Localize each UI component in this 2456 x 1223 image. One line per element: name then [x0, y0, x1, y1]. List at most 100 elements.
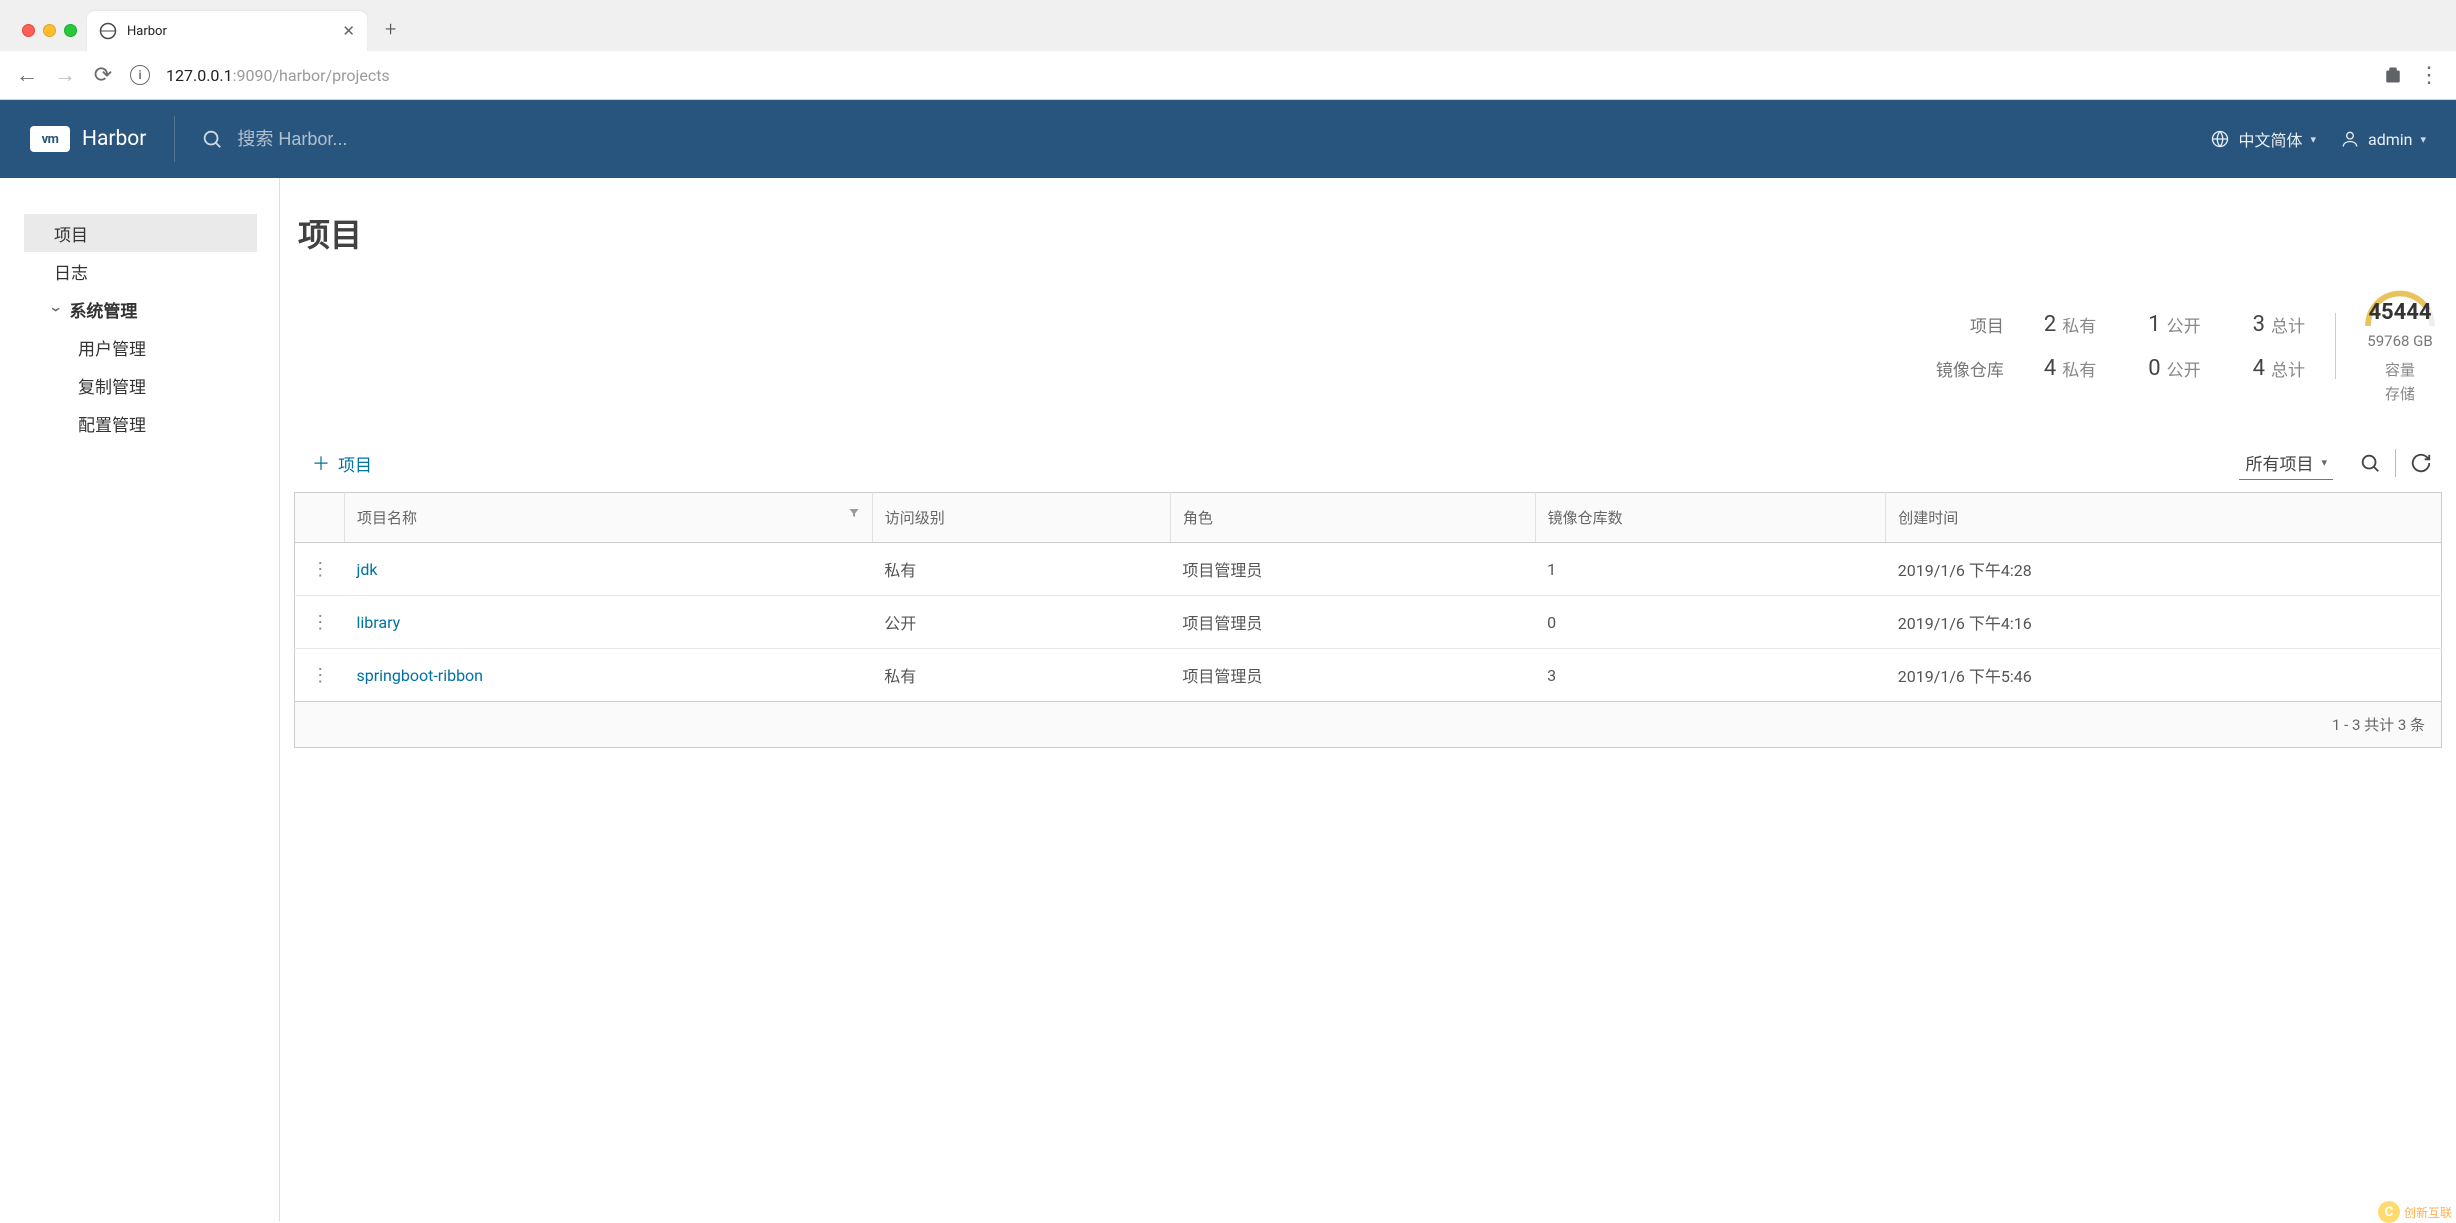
- window-maximize-icon[interactable]: [64, 24, 77, 37]
- language-selector[interactable]: 中文简体 ▾: [2210, 127, 2316, 151]
- table-row: ⋮ library 公开 项目管理员 0 2019/1/6 下午4:16: [295, 596, 2442, 649]
- sidebar-item-logs[interactable]: 日志: [24, 252, 257, 290]
- table-toolbar: ＋ 项目 所有项目 ▾: [294, 446, 2442, 480]
- nav-reload-icon[interactable]: ⟳: [92, 63, 114, 88]
- browser-toolbar: ← → ⟳ i 127.0.0.1:9090/harbor/projects ⋮: [0, 51, 2456, 99]
- stat-public-label: 公开: [2167, 312, 2201, 337]
- watermark-text: 创新互联: [2404, 1204, 2452, 1221]
- main-content: 项目 项目 镜像仓库 2私有 4私有 1公开 0公开 3总计 4总计: [280, 178, 2456, 1221]
- cell-name[interactable]: jdk: [345, 543, 873, 596]
- storage-used: 45444: [2360, 300, 2440, 325]
- th-name[interactable]: 项目名称: [345, 493, 873, 543]
- user-menu[interactable]: admin ▾: [2340, 129, 2426, 149]
- nav-forward-icon[interactable]: →: [54, 62, 76, 88]
- table-footer: 1 - 3 共计 3 条: [294, 702, 2442, 748]
- row-menu-icon[interactable]: ⋮: [311, 665, 328, 686]
- table-row: ⋮ jdk 私有 项目管理员 1 2019/1/6 下午4:28: [295, 543, 2442, 596]
- sidebar-label: 配置管理: [78, 411, 146, 436]
- filter-dropdown-label: 所有项目: [2245, 450, 2313, 475]
- stats-label-repo: 镜像仓库: [1936, 346, 2004, 390]
- sidebar-label: 日志: [54, 259, 88, 284]
- stats-row: 项目 镜像仓库 2私有 4私有 1公开 0公开 3总计 4总计: [294, 286, 2442, 406]
- watermark: C 创新互联: [2378, 1201, 2452, 1223]
- cell-name[interactable]: springboot-ribbon: [345, 649, 873, 702]
- chevron-down-icon: ▾: [2310, 133, 2316, 146]
- stat-repo-private: 4: [2044, 356, 2056, 381]
- th-role[interactable]: 角色: [1170, 493, 1535, 543]
- stat-project-total: 3: [2253, 312, 2265, 337]
- storage-total: 59768 GB: [2360, 332, 2440, 350]
- th-actions: [295, 493, 345, 543]
- filter-icon[interactable]: [848, 507, 860, 519]
- sidebar-item-projects[interactable]: 项目: [24, 214, 257, 252]
- search-icon: [201, 128, 223, 150]
- cell-role: 项目管理员: [1170, 649, 1535, 702]
- extension-icon[interactable]: [2384, 66, 2402, 84]
- brand[interactable]: vm Harbor: [0, 126, 174, 152]
- cell-created: 2019/1/6 下午4:28: [1886, 543, 2442, 596]
- plus-icon: ＋: [312, 450, 330, 476]
- toolbar-divider: [2395, 449, 2396, 477]
- cell-name[interactable]: library: [345, 596, 873, 649]
- stat-total-label: 总计: [2271, 312, 2305, 337]
- sidebar-label: 用户管理: [78, 335, 146, 360]
- cell-created: 2019/1/6 下午5:46: [1886, 649, 2442, 702]
- stat-project-private: 2: [2044, 312, 2056, 337]
- app-body: 项目 日志 系统管理 用户管理 复制管理 配置管理 项目 项目 镜像仓库 2私有…: [0, 178, 2456, 1221]
- window-close-icon[interactable]: [22, 24, 35, 37]
- browser-tab[interactable]: Harbor ✕: [87, 11, 367, 51]
- sidebar-item-admin[interactable]: 系统管理: [24, 290, 257, 328]
- sidebar-item-config[interactable]: 配置管理: [24, 404, 257, 442]
- browser-menu-icon[interactable]: ⋮: [2418, 63, 2440, 88]
- tab-title: Harbor: [127, 24, 332, 39]
- storage-label-1: 容量: [2360, 358, 2440, 382]
- th-repos-label: 镜像仓库数: [1548, 509, 1623, 527]
- table-header: 项目名称 访问级别 角色 镜像仓库数 创建时间: [295, 493, 2442, 543]
- stat-total-label: 总计: [2271, 356, 2305, 381]
- projects-table: 项目名称 访问级别 角色 镜像仓库数 创建时间 ⋮ jdk 私有 项目管理员 1…: [294, 492, 2442, 702]
- th-created[interactable]: 创建时间: [1886, 493, 2442, 543]
- nav-back-icon[interactable]: ←: [16, 62, 38, 88]
- header-divider: [174, 116, 175, 162]
- row-menu-icon[interactable]: ⋮: [311, 559, 328, 580]
- new-tab-button[interactable]: +: [367, 17, 410, 51]
- url-host: 127.0.0.1: [166, 66, 233, 85]
- url-path: :9090/harbor/projects: [233, 66, 390, 85]
- window-minimize-icon[interactable]: [43, 24, 56, 37]
- th-access[interactable]: 访问级别: [872, 493, 1170, 543]
- sidebar-item-replication[interactable]: 复制管理: [24, 366, 257, 404]
- cell-role: 项目管理员: [1170, 543, 1535, 596]
- stat-private-label: 私有: [2062, 312, 2096, 337]
- browser-tab-bar: Harbor ✕ +: [0, 0, 2456, 51]
- th-repos[interactable]: 镜像仓库数: [1535, 493, 1886, 543]
- url-text[interactable]: 127.0.0.1:9090/harbor/projects: [166, 66, 2368, 85]
- th-name-label: 项目名称: [357, 509, 417, 527]
- site-info-icon[interactable]: i: [130, 65, 150, 85]
- stats-row-labels: 项目 镜像仓库: [1936, 302, 2018, 390]
- app-header: vm Harbor 中文简体 ▾ admin ▾: [0, 100, 2456, 178]
- storage-label-2: 存储: [2360, 382, 2440, 406]
- new-project-button[interactable]: ＋ 项目: [298, 450, 372, 476]
- cell-repos: 3: [1535, 649, 1886, 702]
- row-menu-icon[interactable]: ⋮: [311, 612, 328, 633]
- sidebar-item-users[interactable]: 用户管理: [24, 328, 257, 366]
- tab-favicon-icon: [99, 22, 117, 40]
- table-body: ⋮ jdk 私有 项目管理员 1 2019/1/6 下午4:28 ⋮ libra…: [295, 543, 2442, 702]
- stat-repo-total: 4: [2253, 356, 2265, 381]
- storage-labels: 容量 存储: [2360, 358, 2440, 406]
- cell-created: 2019/1/6 下午4:16: [1886, 596, 2442, 649]
- chevron-down-icon: ▾: [2420, 133, 2426, 146]
- refresh-icon[interactable]: [2410, 452, 2432, 474]
- tab-close-icon[interactable]: ✕: [342, 22, 355, 40]
- sidebar: 项目 日志 系统管理 用户管理 复制管理 配置管理: [0, 178, 280, 1221]
- stat-col-public: 1公开 0公开: [2122, 302, 2226, 390]
- watermark-icon: C: [2378, 1201, 2400, 1223]
- search-input[interactable]: [237, 129, 537, 150]
- search-icon[interactable]: [2359, 452, 2381, 474]
- th-created-label: 创建时间: [1898, 509, 1958, 527]
- brand-logo-icon: vm: [30, 126, 70, 152]
- sidebar-label: 系统管理: [69, 297, 137, 322]
- header-right: 中文简体 ▾ admin ▾: [2210, 127, 2456, 151]
- page-title: 项目: [298, 210, 2442, 256]
- filter-dropdown[interactable]: 所有项目 ▾: [2239, 446, 2333, 480]
